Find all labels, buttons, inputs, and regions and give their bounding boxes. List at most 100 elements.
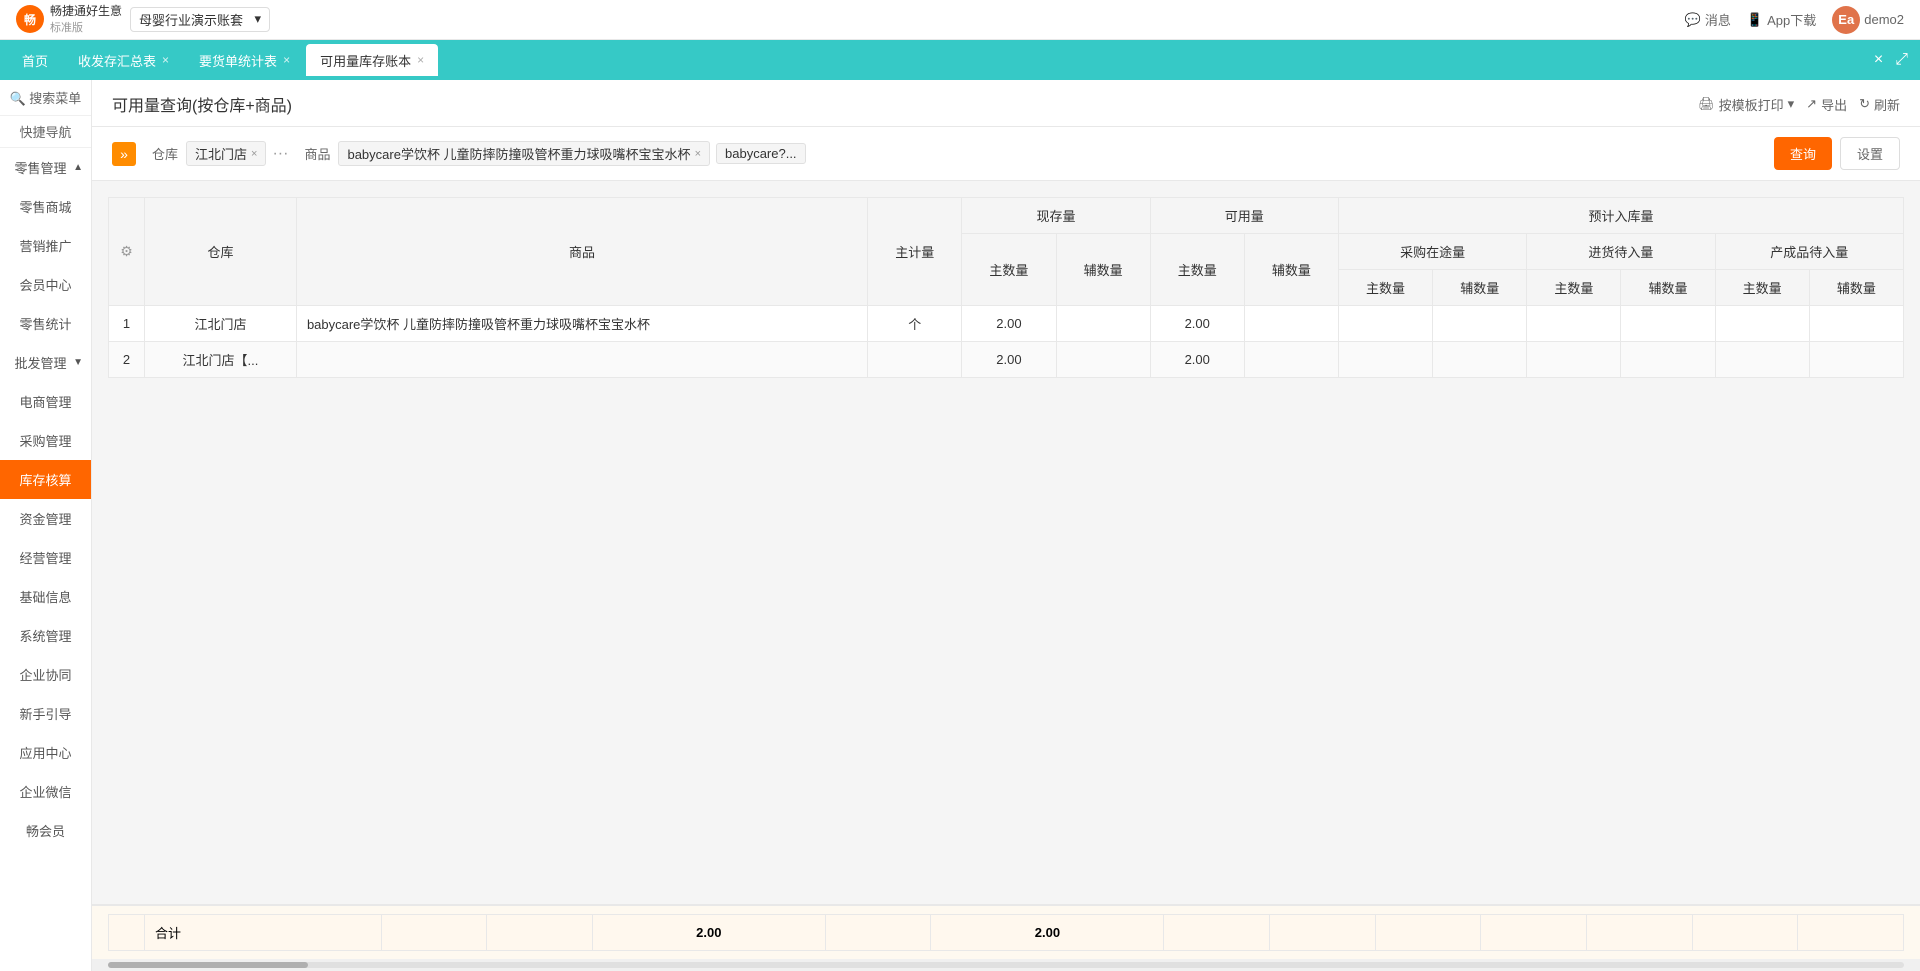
industry-selector[interactable]: 母婴行业演示账套 ▾ xyxy=(130,7,270,32)
footer-prod-main xyxy=(1692,915,1798,951)
user-profile[interactable]: Ea demo2 xyxy=(1832,6,1904,34)
sidebar-item-member-label: 会员中心 xyxy=(8,275,83,294)
page-title-row: 可用量查询(按仓库+商品) 🖨 按模板打印 ▾ ↗ 导出 ↻ 刷新 xyxy=(112,92,1900,126)
row2-avail-sub xyxy=(1244,342,1338,378)
product-tag-1[interactable]: babycare学饮杯 儿童防摔防撞吸管杯重力球吸嘴杯宝宝水杯 × xyxy=(338,141,710,166)
close-all-button[interactable]: × xyxy=(1870,47,1887,73)
row1-prod-main xyxy=(1715,306,1809,342)
row1-stock-main: 2.00 xyxy=(962,306,1056,342)
export-icon: ↗ xyxy=(1806,96,1817,112)
table-row: 1 江北门店 babycare学饮杯 儿童防摔防撞吸管杯重力球吸嘴杯宝宝水杯 个… xyxy=(109,306,1904,342)
th-avail-main: 主数量 xyxy=(1150,234,1244,306)
product-filter-tags: babycare学饮杯 儿童防摔防撞吸管杯重力球吸嘴杯宝宝水杯 × babyca… xyxy=(338,141,805,166)
fullscreen-button[interactable]: ⤢ xyxy=(1891,47,1912,73)
data-table: ⚙ 仓库 商品 主计量 现存量 可用量 预计入库量 主数量 辅数量 主数量 辅数… xyxy=(108,197,1904,378)
sidebar-search[interactable]: 🔍 搜索菜单 xyxy=(0,80,91,116)
logo: 畅 畅捷通好生意 标准版 xyxy=(16,4,122,34)
export-button[interactable]: ↗ 导出 xyxy=(1806,95,1847,114)
message-label: 消息 xyxy=(1705,10,1731,29)
tab-order-stats-label: 要货单统计表 xyxy=(199,51,277,70)
sidebar-item-basic-info[interactable]: 基础信息 xyxy=(0,577,91,616)
sidebar-item-sys-mgmt[interactable]: 系统管理 xyxy=(0,616,91,655)
warehouse-tag-jiangbei[interactable]: 江北门店 × xyxy=(186,141,266,166)
sidebar-item-retail-mgmt[interactable]: 零售管理 ▲ xyxy=(0,148,91,187)
tab-home[interactable]: 首页 xyxy=(8,44,62,76)
scroll-thumb[interactable] xyxy=(108,962,308,968)
tab-home-label: 首页 xyxy=(22,51,48,70)
row1-warehouse: 江北门店 xyxy=(145,306,297,342)
sidebar-item-retail-mall[interactable]: 零售商城 xyxy=(0,187,91,226)
th-settings: ⚙ xyxy=(109,198,145,306)
th-stock-main: 主数量 xyxy=(962,234,1056,306)
product-tag-1-remove[interactable]: × xyxy=(695,148,701,160)
product-tag-2[interactable]: babycare?... xyxy=(716,143,806,164)
row2-avail-main: 2.00 xyxy=(1150,342,1244,378)
tab-receivable[interactable]: 收发存汇总表 × xyxy=(64,44,183,76)
sidebar-item-wholesale[interactable]: 批发管理 ▼ xyxy=(0,343,91,382)
logo-subtitle: 标准版 xyxy=(50,19,122,35)
refresh-button[interactable]: ↻ 刷新 xyxy=(1859,95,1900,114)
warehouse-filter-more[interactable]: ··· xyxy=(272,145,288,163)
tab-receivable-close[interactable]: × xyxy=(162,53,169,67)
table-row: 2 江北门店【... 2.00 2.00 xyxy=(109,342,1904,378)
th-inbound-pending: 进货待入量 xyxy=(1527,234,1715,270)
sidebar-item-purchase[interactable]: 采购管理 xyxy=(0,421,91,460)
row1-inbound-sub xyxy=(1621,306,1715,342)
row1-stock-sub xyxy=(1056,306,1150,342)
template-print-button[interactable]: 🖨 按模板打印 ▾ xyxy=(1698,95,1794,114)
row1-unit: 个 xyxy=(868,306,962,342)
sidebar-item-marketing-label: 营销推广 xyxy=(8,236,83,255)
sidebar-item-app-center-label: 应用中心 xyxy=(8,743,83,762)
tab-order-stats[interactable]: 要货单统计表 × xyxy=(185,44,304,76)
th-avail-sub: 辅数量 xyxy=(1244,234,1338,306)
sidebar-item-member2[interactable]: 畅会员 xyxy=(0,811,91,850)
settings-button[interactable]: 设置 xyxy=(1840,137,1900,170)
sidebar-item-marketing[interactable]: 营销推广 xyxy=(0,226,91,265)
sidebar-item-enterprise-wechat[interactable]: 企业微信 xyxy=(0,772,91,811)
row1-product: babycare学饮杯 儿童防摔防撞吸管杯重力球吸嘴杯宝宝水杯 xyxy=(296,306,867,342)
sidebar-item-member[interactable]: 会员中心 xyxy=(0,265,91,304)
th-inbound-sub: 辅数量 xyxy=(1621,270,1715,306)
sidebar-item-inventory[interactable]: 库存核算 xyxy=(0,460,91,499)
sidebar-item-finance[interactable]: 资金管理 xyxy=(0,499,91,538)
sidebar-item-app-center[interactable]: 应用中心 xyxy=(0,733,91,772)
filter-expand-button[interactable]: » xyxy=(112,142,136,166)
th-warehouse: 仓库 xyxy=(145,198,297,306)
nav-controls: × ⤢ xyxy=(1870,47,1920,73)
th-prod-sub: 辅数量 xyxy=(1809,270,1903,306)
row1-num: 1 xyxy=(109,306,145,342)
sidebar-item-ops[interactable]: 经营管理 xyxy=(0,538,91,577)
table-footer: 合计 2.00 2.00 xyxy=(92,904,1920,959)
warehouse-filter-tags: 江北门店 × ··· xyxy=(186,141,288,166)
sidebar-item-enterprise[interactable]: 企业协同 xyxy=(0,655,91,694)
chevron-down-icon-print: ▾ xyxy=(1788,96,1795,112)
query-button[interactable]: 查询 xyxy=(1774,137,1832,170)
app-download-button[interactable]: 📱 App下载 xyxy=(1747,10,1816,29)
product-tag-1-text: babycare学饮杯 儿童防摔防撞吸管杯重力球吸嘴杯宝宝水杯 xyxy=(347,144,690,163)
sidebar-item-new-guide[interactable]: 新手引导 xyxy=(0,694,91,733)
sidebar-search-label: 搜索菜单 xyxy=(29,91,81,106)
warehouse-filter-group: 仓库 江北门店 × ··· xyxy=(152,141,288,166)
tab-available-stock[interactable]: 可用量库存账本 × xyxy=(306,44,438,76)
gear-icon[interactable]: ⚙ xyxy=(120,243,133,259)
horizontal-scrollbar[interactable] xyxy=(92,959,1920,971)
chevron-down-icon: ▾ xyxy=(254,11,261,27)
tab-order-stats-close[interactable]: × xyxy=(283,53,290,67)
filter-actions: 查询 设置 xyxy=(1774,137,1900,170)
row2-warehouse: 江北门店【... xyxy=(145,342,297,378)
th-prod-main: 主数量 xyxy=(1715,270,1809,306)
sidebar-item-retail-stats[interactable]: 零售统计 xyxy=(0,304,91,343)
warehouse-tag-remove[interactable]: × xyxy=(251,148,257,160)
row2-num: 2 xyxy=(109,342,145,378)
row1-pur-sub xyxy=(1433,306,1527,342)
tab-available-stock-close[interactable]: × xyxy=(417,53,424,67)
tab-available-stock-label: 可用量库存账本 xyxy=(320,51,411,70)
row2-stock-sub xyxy=(1056,342,1150,378)
sidebar-item-member2-label: 畅会员 xyxy=(8,821,83,840)
sidebar-item-ecommerce[interactable]: 电商管理 xyxy=(0,382,91,421)
sidebar-quick-nav[interactable]: 快捷导航 xyxy=(0,116,91,148)
table-header-row-1: ⚙ 仓库 商品 主计量 现存量 可用量 预计入库量 xyxy=(109,198,1904,234)
message-button[interactable]: 💬 消息 xyxy=(1685,10,1731,29)
row1-inbound-main xyxy=(1527,306,1621,342)
row1-pur-main xyxy=(1338,306,1432,342)
